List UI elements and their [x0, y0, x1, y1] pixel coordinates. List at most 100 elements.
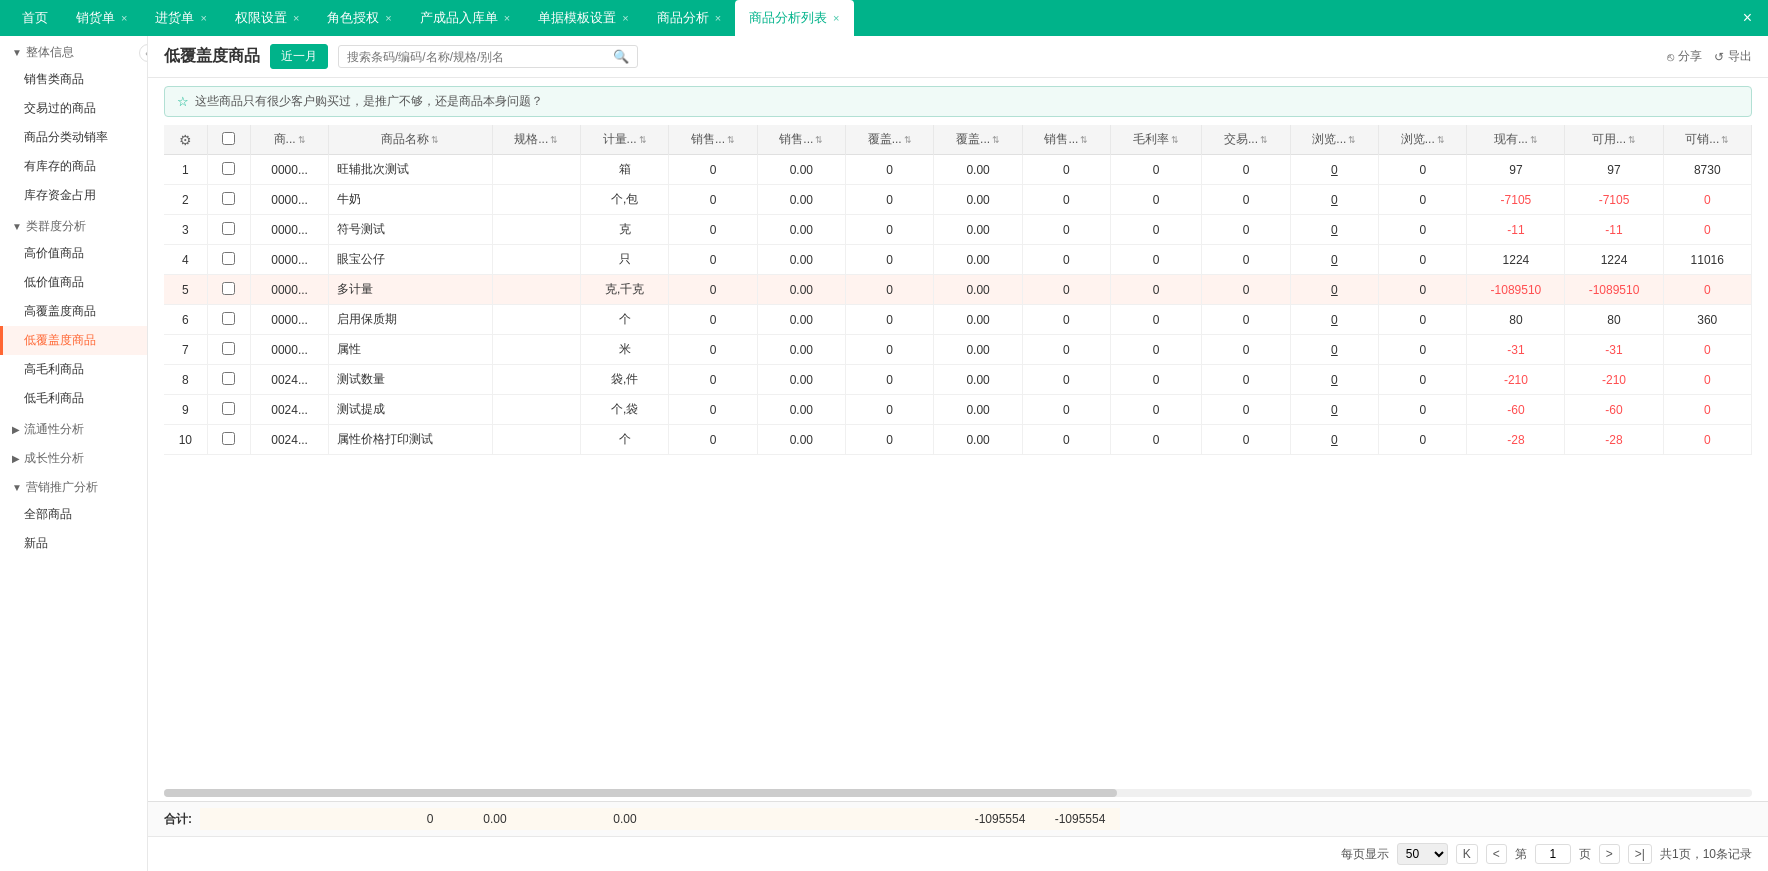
- row-sales1: 0: [669, 395, 757, 425]
- row-browse1[interactable]: 0: [1290, 305, 1378, 335]
- row-browse1[interactable]: 0: [1290, 365, 1378, 395]
- nav-tab-analytics-list[interactable]: 商品分析列表 ×: [735, 0, 853, 36]
- sidebar-section-marketing[interactable]: ▼ 营销推广分析: [0, 471, 147, 500]
- nav-tab-home[interactable]: 首页: [8, 0, 62, 36]
- col-gross-header[interactable]: 毛利率⇅: [1111, 125, 1202, 155]
- row-trade: 0: [1202, 245, 1290, 275]
- col-cov2-header[interactable]: 覆盖...⇅: [934, 125, 1022, 155]
- search-input[interactable]: [347, 50, 613, 64]
- sidebar-section-growth[interactable]: ▶ 成长性分析: [0, 442, 147, 471]
- close-icon[interactable]: ×: [504, 12, 510, 24]
- nav-tab-analytics[interactable]: 商品分析 ×: [643, 0, 735, 36]
- row-browse1[interactable]: 0: [1290, 395, 1378, 425]
- col-trade-header[interactable]: 交易...⇅: [1202, 125, 1290, 155]
- row-stock1: -1089510: [1467, 275, 1565, 305]
- pagination-bar: 每页显示 50 100 200 K < 第 页 > >| 共1页，10条记录: [148, 836, 1768, 871]
- col-code-header[interactable]: 商...⇅: [251, 125, 329, 155]
- sidebar-item-high-profit[interactable]: 高毛利商品: [0, 355, 147, 384]
- next-page-button[interactable]: >: [1599, 844, 1620, 864]
- sidebar-item-high-value[interactable]: 高价值商品: [0, 239, 147, 268]
- sidebar-item-low-coverage[interactable]: 低覆盖度商品: [0, 326, 147, 355]
- sidebar-section-overall[interactable]: ▼ 整体信息: [0, 36, 147, 65]
- row-cov1: 0: [846, 395, 934, 425]
- row-browse1[interactable]: 0: [1290, 335, 1378, 365]
- sidebar-item-new-goods[interactable]: 新品: [0, 529, 147, 558]
- col-unit-header[interactable]: 计量...⇅: [580, 125, 668, 155]
- prev-page-button[interactable]: <: [1486, 844, 1507, 864]
- col-name-header[interactable]: 商品名称⇅: [328, 125, 492, 155]
- col-sales3-header[interactable]: 销售...⇅: [1022, 125, 1110, 155]
- last-page-button[interactable]: >|: [1628, 844, 1652, 864]
- sidebar-section-cluster[interactable]: ▼ 类群度分析: [0, 210, 147, 239]
- row-checkbox[interactable]: [207, 395, 250, 425]
- filter-btn-month[interactable]: 近一月: [270, 44, 328, 69]
- row-checkbox[interactable]: [207, 245, 250, 275]
- first-page-button[interactable]: K: [1456, 844, 1478, 864]
- col-checkbox-header[interactable]: [207, 125, 250, 155]
- close-icon[interactable]: ×: [200, 12, 206, 24]
- export-button[interactable]: ↺ 导出: [1714, 48, 1752, 65]
- header-right-buttons: ⎋ 分享 ↺ 导出: [1667, 48, 1752, 65]
- current-page-input[interactable]: [1535, 844, 1571, 864]
- close-icon[interactable]: ×: [293, 12, 299, 24]
- nav-tab-purchase[interactable]: 进货单 ×: [141, 0, 220, 36]
- page-title: 低覆盖度商品: [164, 46, 260, 67]
- close-icon[interactable]: ×: [833, 12, 839, 24]
- row-checkbox[interactable]: [207, 215, 250, 245]
- row-checkbox[interactable]: [207, 425, 250, 455]
- sidebar-item-high-coverage[interactable]: 高覆盖度商品: [0, 297, 147, 326]
- col-sales2-header[interactable]: 销售...⇅: [757, 125, 845, 155]
- nav-tab-roles[interactable]: 角色授权 ×: [313, 0, 405, 36]
- row-checkbox[interactable]: [207, 335, 250, 365]
- row-gross: 0: [1111, 305, 1202, 335]
- nav-tab-template[interactable]: 单据模板设置 ×: [524, 0, 642, 36]
- row-browse1[interactable]: 0: [1290, 425, 1378, 455]
- sidebar-item-traded-goods[interactable]: 交易过的商品: [0, 94, 147, 123]
- select-all-checkbox[interactable]: [222, 132, 235, 145]
- row-browse1[interactable]: 0: [1290, 185, 1378, 215]
- sidebar-item-all-goods[interactable]: 全部商品: [0, 500, 147, 529]
- row-sales2: 0.00: [757, 275, 845, 305]
- sidebar-item-stock-goods[interactable]: 有库存的商品: [0, 152, 147, 181]
- scrollbar-thumb[interactable]: [164, 789, 1117, 797]
- nav-tab-permissions[interactable]: 权限设置 ×: [221, 0, 313, 36]
- horizontal-scrollbar[interactable]: [164, 789, 1752, 797]
- col-available-header[interactable]: 可销...⇅: [1663, 125, 1751, 155]
- col-browse1-header[interactable]: 浏览...⇅: [1290, 125, 1378, 155]
- row-checkbox[interactable]: [207, 365, 250, 395]
- close-all-button[interactable]: ×: [1735, 5, 1760, 31]
- col-stock2-header[interactable]: 可用...⇅: [1565, 125, 1663, 155]
- table-container[interactable]: ⚙ 商...⇅ 商品名称⇅ 规格...⇅ 计量...⇅ 销售...⇅ 销售...…: [148, 125, 1768, 785]
- sidebar-item-low-profit[interactable]: 低毛利商品: [0, 384, 147, 413]
- col-cov1-header[interactable]: 覆盖...⇅: [846, 125, 934, 155]
- page-size-select[interactable]: 50 100 200: [1397, 843, 1448, 865]
- col-browse2-header[interactable]: 浏览...⇅: [1379, 125, 1467, 155]
- row-checkbox[interactable]: [207, 185, 250, 215]
- sidebar-section-flow[interactable]: ▶ 流通性分析: [0, 413, 147, 442]
- col-settings-header[interactable]: ⚙: [164, 125, 207, 155]
- close-icon[interactable]: ×: [622, 12, 628, 24]
- col-spec-header[interactable]: 规格...⇅: [492, 125, 580, 155]
- info-banner: ☆ 这些商品只有很少客户购买过，是推广不够，还是商品本身问题？: [164, 86, 1752, 117]
- row-checkbox[interactable]: [207, 155, 250, 185]
- close-icon[interactable]: ×: [385, 12, 391, 24]
- row-sales3: 0: [1022, 275, 1110, 305]
- row-browse1[interactable]: 0: [1290, 245, 1378, 275]
- nav-tab-warehouse[interactable]: 产成品入库单 ×: [406, 0, 524, 36]
- sidebar-item-low-value[interactable]: 低价值商品: [0, 268, 147, 297]
- nav-tab-sales[interactable]: 销货单 ×: [62, 0, 141, 36]
- share-button[interactable]: ⎋ 分享: [1667, 48, 1702, 65]
- col-sales1-header[interactable]: 销售...⇅: [669, 125, 757, 155]
- col-stock1-header[interactable]: 现有...⇅: [1467, 125, 1565, 155]
- row-browse1[interactable]: 0: [1290, 215, 1378, 245]
- row-checkbox[interactable]: [207, 305, 250, 335]
- footer-spacer: [200, 808, 400, 830]
- close-icon[interactable]: ×: [121, 12, 127, 24]
- row-browse1[interactable]: 0: [1290, 155, 1378, 185]
- sidebar-item-category-rate[interactable]: 商品分类动销率: [0, 123, 147, 152]
- sidebar-item-sales-goods[interactable]: 销售类商品: [0, 65, 147, 94]
- close-icon[interactable]: ×: [715, 12, 721, 24]
- row-checkbox[interactable]: [207, 275, 250, 305]
- sidebar-item-stock-capital[interactable]: 库存资金占用: [0, 181, 147, 210]
- row-browse1[interactable]: 0: [1290, 275, 1378, 305]
